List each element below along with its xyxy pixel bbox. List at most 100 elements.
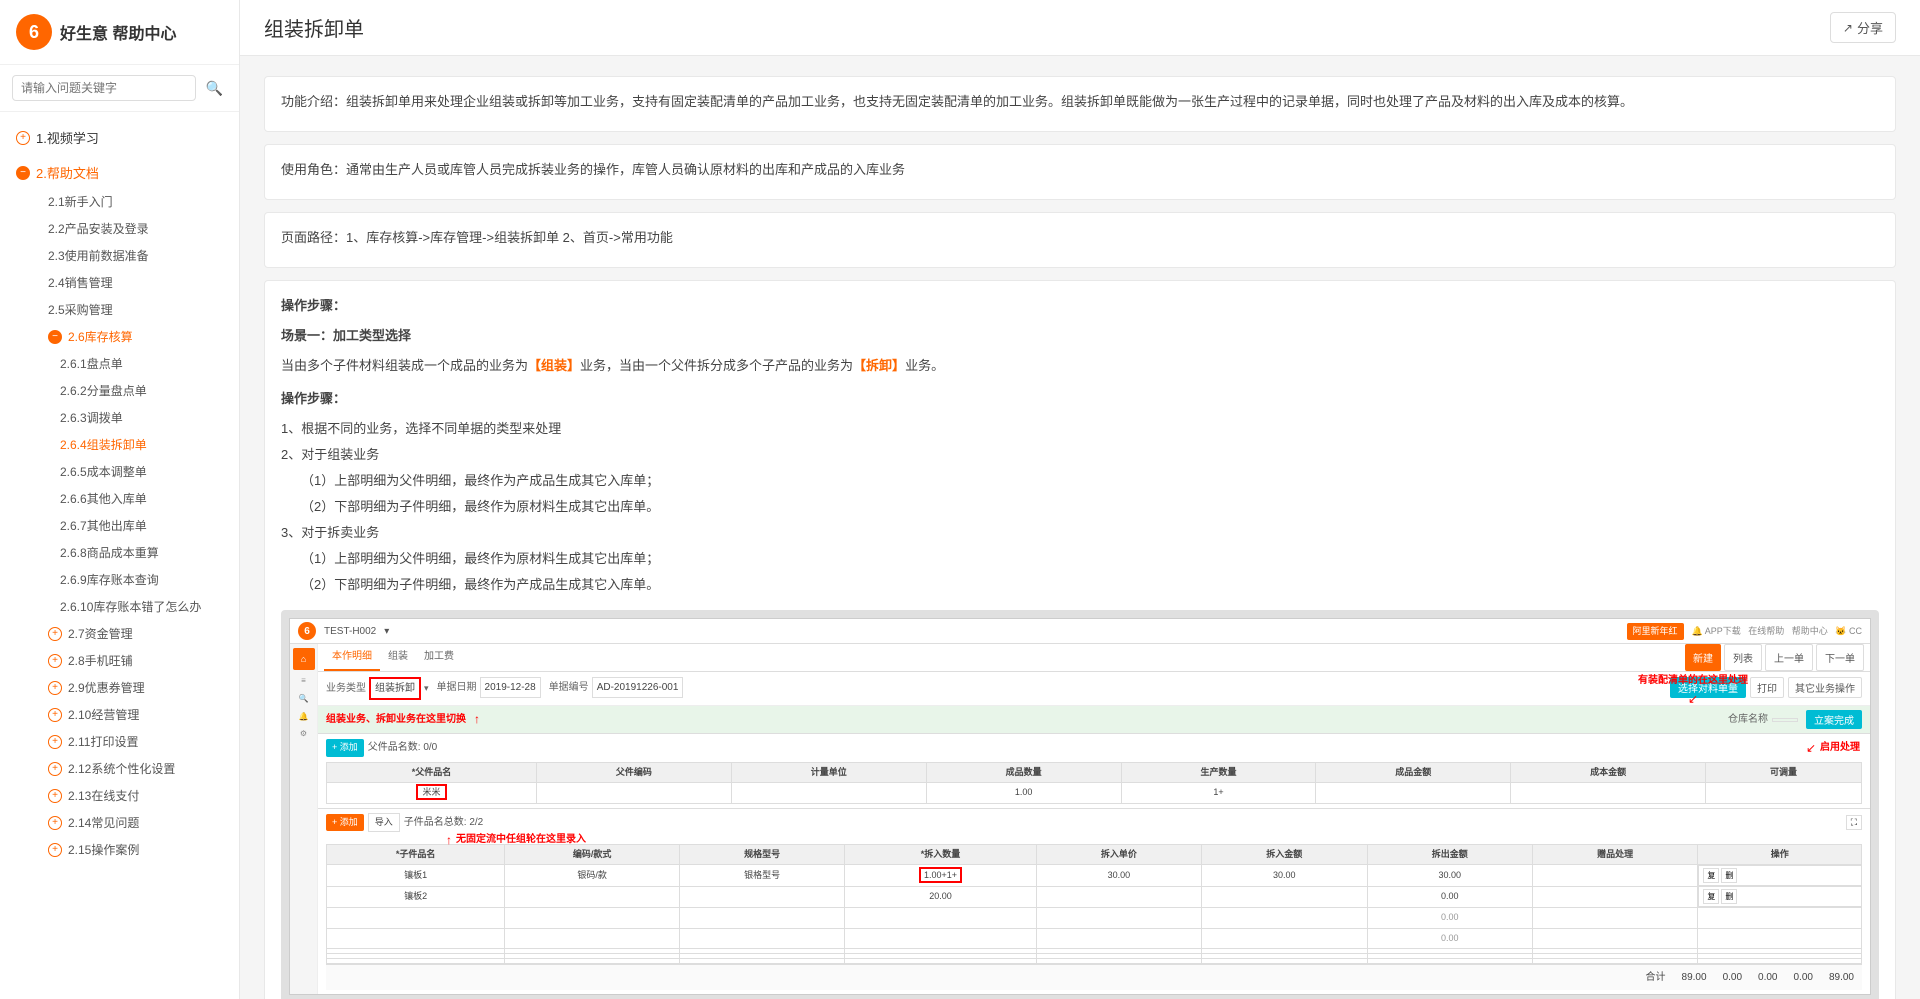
child-add-btn[interactable]: + 添加	[326, 814, 364, 831]
expand-icon-coupon: +	[48, 681, 62, 695]
annotation4-arrow: ↑	[446, 830, 452, 850]
fullscreen-btn-area: ⛶	[1846, 815, 1862, 830]
role-text: 使用角色：通常由生产人员或库管人员完成拆装业务的操作，库管人员确认原材料的出库和…	[281, 159, 1879, 181]
expand-icon-operation: +	[48, 708, 62, 722]
btn-list[interactable]: 列表	[1724, 644, 1762, 671]
th-product-amt: 成品金额	[1316, 763, 1511, 783]
operation-title: 操作步骤：	[281, 295, 1879, 317]
annotation1-text: 有装配清单的在这里处理	[1636, 672, 1750, 689]
child-delete-1[interactable]: 删	[1721, 868, 1737, 883]
sidebar-item-print[interactable]: + 2.11打印设置	[0, 728, 239, 755]
annotation3-text: 启用处理	[1818, 739, 1862, 756]
sidebar-item-mobile[interactable]: + 2.8手机旺铺	[0, 647, 239, 674]
child-op-2: 复 删	[1698, 886, 1861, 907]
btn-new[interactable]: 新建	[1685, 644, 1721, 671]
tab-assemble[interactable]: 组装	[380, 644, 416, 671]
share-button[interactable]: ↗ 分享	[1830, 12, 1896, 43]
sidebar-item-goodscost[interactable]: 2.6.8商品成本重算	[0, 539, 239, 566]
child-dis-amt-2	[1202, 886, 1367, 908]
sidebar-item-other-in[interactable]: 2.6.6其他入库单	[0, 485, 239, 512]
sidebar-item-video[interactable]: + 1.视频学习	[0, 122, 239, 153]
topbar-icons: 🔔 APP下载 在线帮助 帮助中心 🐱 CC	[1692, 624, 1862, 639]
th-spec: 规格型号	[679, 844, 844, 864]
sidebar-item-sales[interactable]: 2.4销售管理	[0, 269, 239, 296]
annotation3-arrow: ↙	[1806, 738, 1816, 758]
total-val2: 0.00	[1723, 969, 1742, 986]
sidebar-item-install[interactable]: 2.2产品安装及登录	[0, 215, 239, 242]
sidebar-item-newcomer[interactable]: 2.1新手入门	[0, 188, 239, 215]
th-gift: 赠品处理	[1532, 844, 1697, 864]
btn-next[interactable]: 下一单	[1816, 644, 1864, 671]
section-add-btn[interactable]: + 添加	[326, 739, 364, 756]
btn-save[interactable]: 立案完成	[1806, 710, 1862, 729]
sidebar-item-split[interactable]: 2.6.2分量盘点单	[0, 377, 239, 404]
parent-unit-1	[731, 783, 926, 803]
child-gift-1	[1532, 865, 1697, 887]
path-block: 页面路径：1、库存核算->库存管理->组装拆卸单 2、首页->常用功能	[264, 212, 1896, 268]
collapse-icon-stock: −	[48, 330, 62, 344]
sidebar-item-faq[interactable]: + 2.14常见问题	[0, 809, 239, 836]
sidebar-item-assemble[interactable]: 2.6.4组装拆卸单	[0, 431, 239, 458]
child-copy-1[interactable]: 复	[1703, 868, 1719, 883]
main-header: 组装拆卸单 ↗ 分享	[240, 0, 1920, 56]
annotation3-area: ↙ 启用处理	[1806, 738, 1862, 758]
sidebar-item-adjust[interactable]: 2.6.3调拨单	[0, 404, 239, 431]
totals-row: 合计 89.00 0.00 0.00 0.00 89.00	[326, 964, 1862, 990]
child-spec-1: 银格型号	[679, 865, 844, 887]
sidebar-item-docs[interactable]: − 2.帮助文档	[0, 157, 239, 188]
type-label: 业务类型	[326, 680, 366, 697]
content-area: 功能介绍：组装拆卸单用来处理企业组装或拆卸等加工业务，支持有固定装配清单的产品加…	[240, 56, 1920, 999]
child-import-btn[interactable]: 导入	[368, 813, 400, 832]
tab-active[interactable]: 本作明细	[324, 644, 380, 671]
list-label: ▾	[424, 681, 429, 696]
warehouse-input[interactable]	[1772, 718, 1798, 722]
sidebar-item-onlinepay[interactable]: + 2.13在线支付	[0, 782, 239, 809]
tab-fee[interactable]: 加工费	[416, 644, 462, 671]
btn-more[interactable]: 其它业务操作	[1788, 677, 1862, 698]
num-value[interactable]: AD-20191226-001	[592, 677, 684, 698]
app-title-text: TEST-H002	[324, 623, 376, 640]
btn-prev[interactable]: 上一单	[1765, 644, 1813, 671]
sidebar-item-stockerror[interactable]: 2.6.10库存账本错了怎么办	[0, 593, 239, 620]
sidebar-item-operation[interactable]: + 2.10经营管理	[0, 701, 239, 728]
search-input[interactable]	[12, 75, 196, 101]
sidebar-item-stockcheck[interactable]: 2.6.9库存账本查询	[0, 566, 239, 593]
step1: 1、根据不同的业务，选择不同单据的类型来处理	[281, 418, 1879, 440]
type-value[interactable]: 组装拆卸	[369, 677, 421, 700]
sidebar-item-prepare[interactable]: 2.3使用前数据准备	[0, 242, 239, 269]
child-copy-2[interactable]: 复	[1703, 889, 1719, 904]
annotation4-area: ↑ 无固定流中任组轮在这里录入	[446, 830, 588, 850]
sidebar-item-cash[interactable]: + 2.7资金管理	[0, 620, 239, 647]
sidebar-item-cases[interactable]: + 2.15操作案例	[0, 836, 239, 863]
parent-row-1: 米米 1.00 1+	[327, 783, 1862, 803]
sidebar-item-purchase[interactable]: 2.5采购管理	[0, 296, 239, 323]
sidebar-item-cost[interactable]: 2.6.5成本调整单	[0, 458, 239, 485]
nav-section-docs: − 2.帮助文档 2.1新手入门 2.2产品安装及登录 2.3使用前数据准备 2…	[0, 155, 239, 865]
annotation2-arrow: ↑	[474, 709, 480, 729]
btn-print[interactable]: 打印	[1750, 677, 1784, 698]
sidebar-item-stock[interactable]: − 2.6库存核算	[0, 323, 239, 350]
child-delete-2[interactable]: 删	[1721, 889, 1737, 904]
child-dis-price-1: 30.00	[1036, 865, 1201, 887]
sidebar-item-customize[interactable]: + 2.12系统个性化设置	[0, 755, 239, 782]
search-box: 🔍	[0, 65, 239, 112]
expand-icon-customize: +	[48, 762, 62, 776]
sidebar-item-coupon[interactable]: + 2.9优惠券管理	[0, 674, 239, 701]
step2-1: （1）上部明细为父件明细，最终作为产成品生成其它入库单；	[301, 470, 1879, 492]
child-label: 子件品名总数: 2/2	[404, 814, 483, 831]
total-label: 合计	[1646, 969, 1666, 986]
intro-text: 功能介绍：组装拆卸单用来处理企业组装或拆卸等加工业务，支持有固定装配清单的产品加…	[281, 91, 1879, 113]
fullscreen-btn[interactable]: ⛶	[1846, 815, 1862, 830]
date-value[interactable]: 2019-12-28	[480, 677, 541, 698]
date-label: 单据日期	[437, 679, 477, 696]
search-button[interactable]: 🔍	[202, 78, 227, 99]
expand-icon-video: +	[16, 131, 30, 145]
step3-1: （1）上部明细为父件明细，最终作为原材料生成其它出库单；	[301, 548, 1879, 570]
sidebar-icon-search: 🔍	[299, 692, 309, 706]
sidebar-item-other-out[interactable]: 2.6.7其他出库单	[0, 512, 239, 539]
child-row-7	[327, 958, 1862, 963]
child-dis-price-2	[1036, 886, 1201, 908]
sidebar: 6 好生意 帮助中心 🔍 + 1.视频学习 − 2.帮助文档 2.1新手入门	[0, 0, 240, 999]
expand-icon-mobile: +	[48, 654, 62, 668]
sidebar-item-inventory[interactable]: 2.6.1盘点单	[0, 350, 239, 377]
